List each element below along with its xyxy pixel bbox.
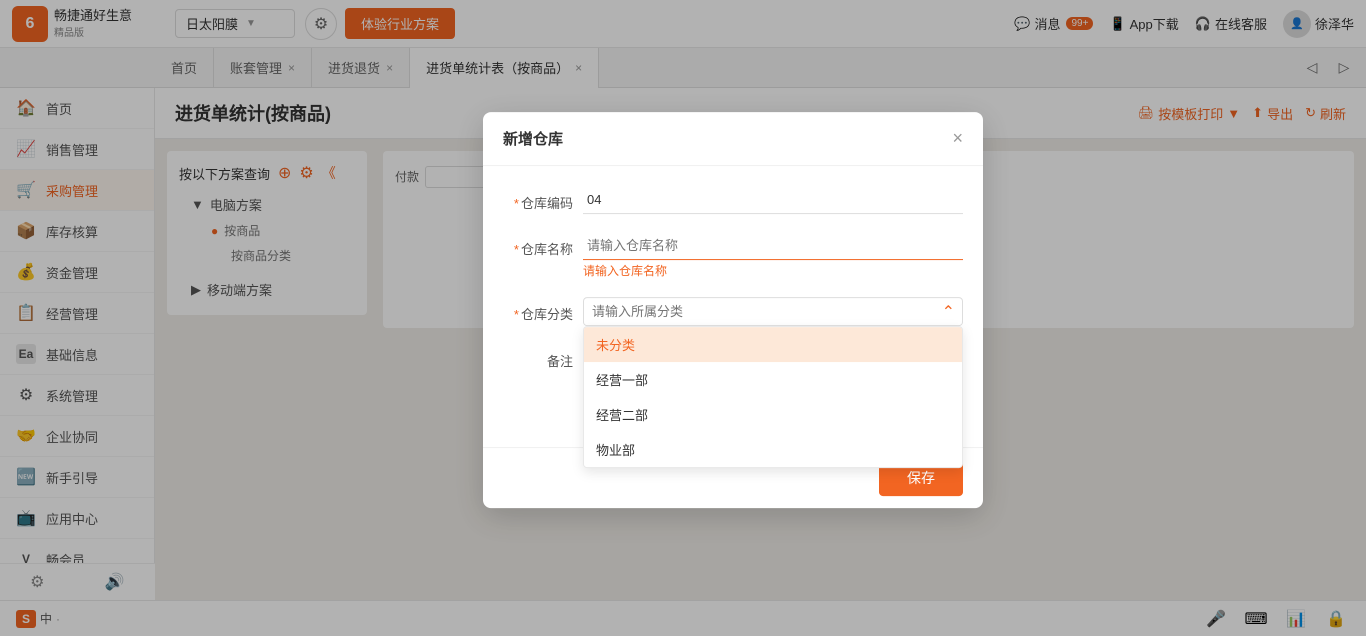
new-warehouse-dialog: 新增仓库 × 仓库编码 仓库名称 请输入仓库名称 仓库分类 ⌃ — [483, 112, 983, 508]
warehouse-name-field: 请输入仓库名称 — [583, 232, 963, 279]
warehouse-code-label: 仓库编码 — [503, 186, 583, 212]
warehouse-code-input[interactable] — [583, 186, 963, 214]
category-dropdown: 未分类 经营一部 经营二部 物业部 — [583, 326, 963, 468]
warehouse-code-field — [583, 186, 963, 214]
warehouse-category-field: ⌃ 未分类 经营一部 经营二部 物业部 — [583, 297, 963, 326]
warehouse-category-input[interactable] — [583, 297, 963, 326]
warehouse-name-row: 仓库名称 请输入仓库名称 — [503, 232, 963, 279]
dropdown-item-unclassified[interactable]: 未分类 — [584, 327, 962, 362]
dialog-close-icon[interactable]: × — [952, 128, 963, 149]
warehouse-name-error: 请输入仓库名称 — [583, 262, 963, 279]
dialog-title: 新增仓库 — [503, 128, 563, 149]
warehouse-category-row: 仓库分类 ⌃ 未分类 经营一部 经营二部 物业部 — [503, 297, 963, 326]
dialog-body: 仓库编码 仓库名称 请输入仓库名称 仓库分类 ⌃ 未分类 经营一部 — [483, 166, 983, 447]
warehouse-name-label: 仓库名称 — [503, 232, 583, 258]
dropdown-item-dept1[interactable]: 经营一部 — [584, 362, 962, 397]
dropdown-item-dept2[interactable]: 经营二部 — [584, 397, 962, 432]
warehouse-category-label: 仓库分类 — [503, 297, 583, 323]
dialog-header: 新增仓库 × — [483, 112, 983, 166]
dropdown-item-dept3[interactable]: 物业部 — [584, 432, 962, 467]
warehouse-name-input[interactable] — [583, 232, 963, 260]
note-label: 备注 — [503, 344, 583, 370]
warehouse-code-row: 仓库编码 — [503, 186, 963, 214]
